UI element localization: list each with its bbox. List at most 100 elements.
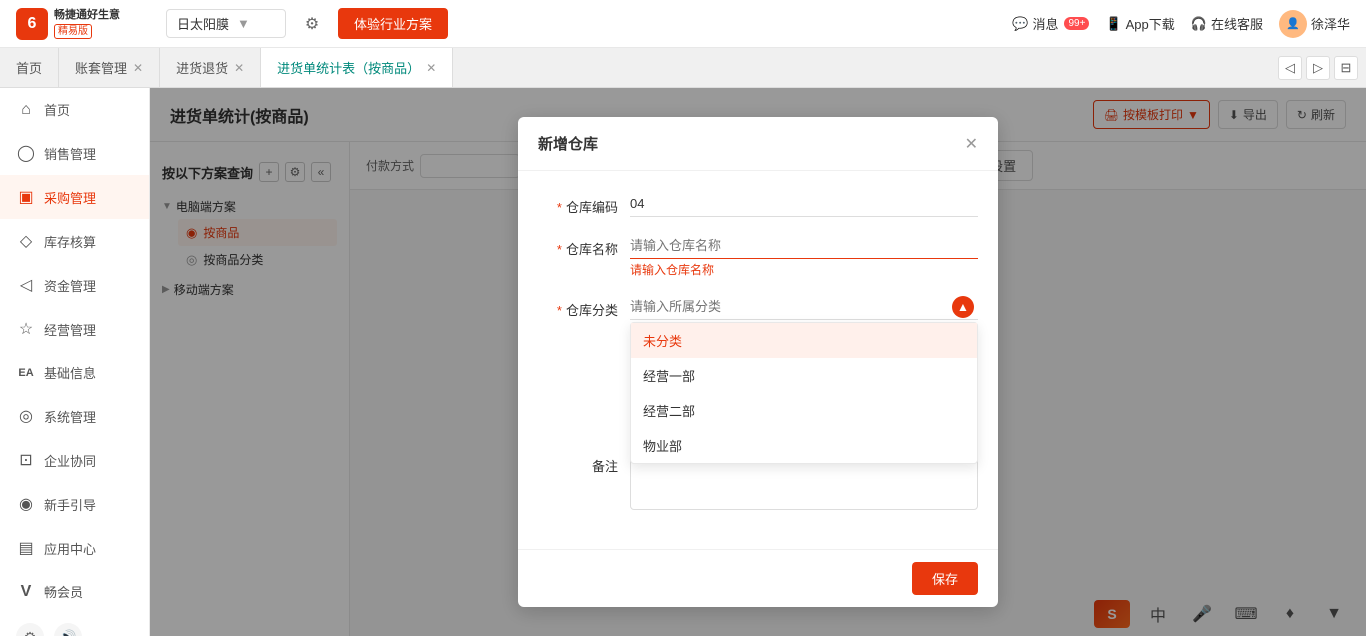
sidebar-item-enterprise[interactable]: ⊡ 企业协同 [0,438,149,482]
warehouse-category-row: 仓库分类 ▲ 未分类 经营一部 经营二部 物业部 [538,294,978,320]
phone-icon: 📱 [1105,16,1121,32]
tab-accounts[interactable]: 账套管理 ✕ [59,48,160,87]
sidebar-volume-button[interactable]: 🔊 [54,623,82,636]
sidebar-item-guide[interactable]: ◉ 新手引导 [0,482,149,526]
sidebar-item-vip-label: 畅会员 [44,582,83,601]
app-download-button[interactable]: 📱 App下载 [1105,14,1174,33]
headset-icon: 🎧 [1191,16,1207,32]
modal-header: 新增仓库 ✕ [518,117,998,171]
gear-icon: ⚙ [305,14,319,34]
enterprise-icon: ⊡ [16,450,36,470]
sidebar-item-system[interactable]: ◎ 系统管理 [0,394,149,438]
tab-purchase-stats[interactable]: 进货单统计表（按商品） ✕ [261,48,453,87]
store-name: 日太阳膜 [177,14,229,33]
category-dropdown-toggle[interactable]: ▲ [952,296,974,318]
finance-icon: ◁ [16,275,36,295]
dropdown-item-ops1[interactable]: 经营一部 [631,358,977,393]
guide-icon: ◉ [16,494,36,514]
sidebar-item-sales[interactable]: ◯ 销售管理 [0,131,149,175]
sidebar-item-inventory[interactable]: ◇ 库存核算 [0,219,149,263]
warehouse-category-input[interactable] [630,294,978,320]
user-menu[interactable]: 👤 徐泽华 [1279,10,1350,38]
try-industry-button[interactable]: 体验行业方案 [338,8,448,39]
settings-button[interactable]: ⚙ [296,8,328,40]
operations-icon: ☆ [16,319,36,339]
app-logo: 6 [16,8,48,40]
logo-badge: 精易版 [54,24,92,39]
sidebar-item-operations-label: 经营管理 [44,320,96,339]
tab-bar: 首页 账套管理 ✕ 进货退货 ✕ 进货单统计表（按商品） ✕ ◁ ▷ ⊟ [0,48,1366,88]
sidebar-item-app-center[interactable]: ▤ 应用中心 [0,526,149,570]
sidebar-item-home[interactable]: ⌂ 首页 [0,88,149,131]
dropdown-item-property[interactable]: 物业部 [631,428,977,463]
tab-purchase-return[interactable]: 进货退货 ✕ [160,48,261,87]
sales-icon: ◯ [16,143,36,163]
sidebar-item-enterprise-label: 企业协同 [44,451,96,470]
sidebar-settings-button[interactable]: ⚙ [16,623,44,636]
vip-icon: V [16,583,36,601]
warehouse-name-input[interactable] [630,233,978,259]
purchase-icon: ▣ [16,187,36,207]
sidebar-item-basic-info[interactable]: EA 基础信息 [0,351,149,394]
sidebar-item-system-label: 系统管理 [44,407,96,426]
tab-accounts-label: 账套管理 [75,58,127,77]
save-button[interactable]: 保存 [912,562,978,595]
sidebar-item-finance-label: 资金管理 [44,276,96,295]
sidebar-item-home-label: 首页 [44,100,70,119]
messages-button[interactable]: 💬 消息 99+ [1012,14,1089,33]
content-area: 进货单统计(按商品) 🖨 按模板打印 ▼ ⬇ 导出 ↻ 刷新 [150,88,1366,636]
sidebar-item-basic-info-label: 基础信息 [44,363,96,382]
sidebar-item-purchase-label: 采购管理 [44,188,96,207]
inventory-icon: ◇ [16,231,36,251]
tab-purchase-return-close[interactable]: ✕ [234,62,244,74]
tab-purchase-stats-close[interactable]: ✕ [426,62,436,74]
tab-home-label: 首页 [16,58,42,77]
sidebar-item-finance[interactable]: ◁ 资金管理 [0,263,149,307]
warehouse-name-label: 仓库名称 [538,233,618,258]
sidebar-item-inventory-label: 库存核算 [44,232,96,251]
dropdown-item-uncategorized[interactable]: 未分类 [631,323,977,358]
warehouse-name-control: 请输入仓库名称 [630,233,978,278]
notes-label: 备注 [538,450,618,475]
tab-controls: ◁ ▷ ⊟ [1270,48,1366,87]
tab-next-button[interactable]: ▷ [1306,56,1330,80]
tab-home[interactable]: 首页 [0,48,59,87]
modal-new-warehouse: 新增仓库 ✕ 仓库编码 仓库名称 [518,117,998,607]
basic-info-icon: EA [16,367,36,379]
main-layout: ⌂ 首页 ◯ 销售管理 ▣ 采购管理 ◇ 库存核算 ◁ 资金管理 ☆ 经营管理 … [0,88,1366,636]
modal-body: 仓库编码 仓库名称 请输入仓库名称 [518,171,998,549]
warehouse-name-error: 请输入仓库名称 [630,261,978,278]
tab-accounts-close[interactable]: ✕ [133,62,143,74]
tab-prev-button[interactable]: ◁ [1278,56,1302,80]
warehouse-code-row: 仓库编码 [538,191,978,217]
warehouse-category-control: ▲ 未分类 经营一部 经营二部 物业部 [630,294,978,320]
dropdown-item-ops2[interactable]: 经营二部 [631,393,977,428]
store-arrow-icon: ▼ [237,16,250,31]
modal-close-button[interactable]: ✕ [965,134,978,154]
message-icon: 💬 [1012,16,1028,32]
tab-menu-button[interactable]: ⊟ [1334,56,1358,80]
warehouse-category-label: 仓库分类 [538,294,618,319]
sidebar-item-purchase[interactable]: ▣ 采购管理 [0,175,149,219]
modal-title: 新增仓库 [538,133,965,154]
sidebar-item-vip[interactable]: V 畅会员 [0,570,149,613]
header-right: 💬 消息 99+ 📱 App下载 🎧 在线客服 👤 徐泽华 [1012,10,1350,38]
sidebar-item-operations[interactable]: ☆ 经营管理 [0,307,149,351]
warehouse-code-input[interactable] [630,191,978,217]
home-icon: ⌂ [16,101,36,119]
store-selector[interactable]: 日太阳膜 ▼ [166,9,286,38]
tab-purchase-return-label: 进货退货 [176,58,228,77]
online-service-button[interactable]: 🎧 在线客服 [1191,14,1263,33]
sidebar-item-guide-label: 新手引导 [44,495,96,514]
logo-area: 6 畅捷通好生意 精易版 [16,8,166,40]
sidebar: ⌂ 首页 ◯ 销售管理 ▣ 采购管理 ◇ 库存核算 ◁ 资金管理 ☆ 经营管理 … [0,88,150,636]
system-icon: ◎ [16,406,36,426]
sidebar-bottom: ⚙ 🔊 [0,613,149,636]
sidebar-item-sales-label: 销售管理 [44,144,96,163]
app-center-icon: ▤ [16,538,36,558]
category-dropdown: 未分类 经营一部 经营二部 物业部 [630,322,978,464]
logo-text: 畅捷通好生意 精易版 [54,8,120,39]
message-badge: 99+ [1064,17,1089,30]
modal-overlay[interactable]: 新增仓库 ✕ 仓库编码 仓库名称 [150,88,1366,636]
modal-footer: 保存 [518,549,998,607]
